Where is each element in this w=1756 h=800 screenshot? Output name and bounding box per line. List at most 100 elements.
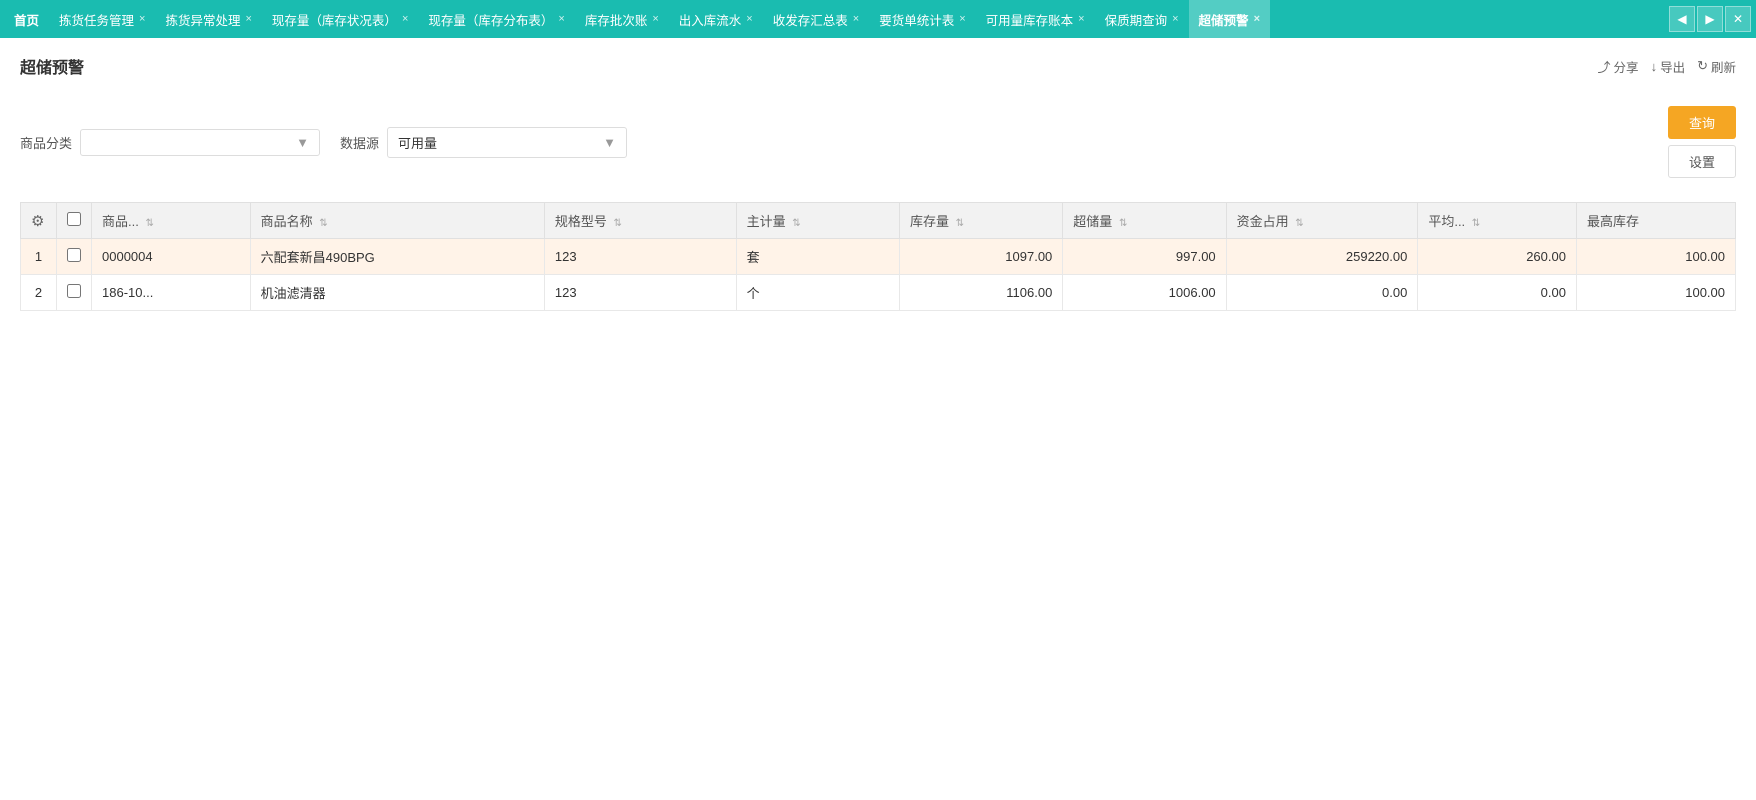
row-1-num: 1	[21, 239, 57, 275]
th-unit-sort[interactable]: ⇅	[792, 218, 800, 229]
nav-prev-button[interactable]: ◀	[1669, 6, 1695, 32]
nav-tab-inventory-status[interactable]: 现存量（库存状况表） ×	[262, 0, 418, 38]
nav-tab-order-stats-close[interactable]: ×	[959, 13, 965, 25]
nav-tab-home[interactable]: 首页	[4, 0, 49, 38]
category-select[interactable]: ▼	[80, 129, 320, 156]
th-stock-label: 库存量	[910, 214, 949, 229]
row-2-product-code: 186-10...	[92, 275, 251, 311]
nav-tab-quality[interactable]: 保质期查询 ×	[1095, 0, 1189, 38]
select-all-checkbox[interactable]	[67, 212, 81, 226]
refresh-button[interactable]: ↻ 刷新	[1697, 57, 1736, 76]
top-nav: 首页 拣货任务管理 × 拣货异常处理 × 现存量（库存状况表） × 现存量（库存…	[0, 0, 1756, 38]
th-product-name: 商品名称 ⇅	[250, 203, 544, 239]
row-2-unit: 个	[736, 275, 899, 311]
th-avg: 平均... ⇅	[1418, 203, 1577, 239]
row-1-overstock: 997.00	[1063, 239, 1226, 275]
settings-button[interactable]: 设置	[1668, 145, 1736, 178]
th-settings: ⚙	[21, 203, 57, 239]
nav-tab-available-label: 可用量库存账本	[986, 10, 1074, 29]
filter-bar: 商品分类 ▼ 数据源 可用量 ▼ 查询 设置	[20, 94, 1736, 190]
th-max-stock: 最高库存	[1576, 203, 1735, 239]
nav-close-button[interactable]: ✕	[1725, 6, 1751, 32]
nav-tab-collect[interactable]: 收发存汇总表 ×	[763, 0, 869, 38]
nav-tab-inventory-dist[interactable]: 现存量（库存分布表） ×	[418, 0, 574, 38]
th-product-code-sort[interactable]: ⇅	[145, 218, 153, 229]
filter-buttons: 查询 设置	[1668, 106, 1736, 178]
nav-tab-inout-close[interactable]: ×	[746, 13, 752, 25]
row-1-product-code: 0000004	[92, 239, 251, 275]
nav-tab-abnormal-close[interactable]: ×	[245, 13, 251, 25]
nav-tab-task-mgmt-label: 拣货任务管理	[59, 10, 134, 29]
row-2-capital: 0.00	[1226, 275, 1418, 311]
nav-tab-abnormal[interactable]: 拣货异常处理 ×	[155, 0, 261, 38]
th-avg-label: 平均...	[1428, 214, 1465, 229]
row-2-checkbox	[57, 275, 92, 311]
th-overstock: 超储量 ⇅	[1063, 203, 1226, 239]
table-row: 2 186-10... 机油滤清器 123 个 1106.00 1006.00 …	[21, 275, 1736, 311]
nav-tab-batch-close[interactable]: ×	[652, 13, 658, 25]
page-content: 超储预警 ⤴ 分享 ↓ 导出 ↻ 刷新 商品分类 ▼ 数据源	[0, 38, 1756, 800]
nav-tab-inout[interactable]: 出入库流水 ×	[669, 0, 763, 38]
nav-tab-task-mgmt[interactable]: 拣货任务管理 ×	[49, 0, 155, 38]
nav-tab-overstock-label: 超储预警	[1199, 10, 1249, 29]
gear-icon[interactable]: ⚙	[31, 213, 44, 230]
datasource-select-value: 可用量	[398, 133, 437, 152]
row-1-product-name: 六配套新昌490BPG	[250, 239, 544, 275]
export-button[interactable]: ↓ 导出	[1651, 57, 1686, 76]
th-capital-sort[interactable]: ⇅	[1295, 218, 1303, 229]
share-button[interactable]: ⤴ 分享	[1598, 57, 1639, 76]
th-avg-sort[interactable]: ⇅	[1472, 218, 1480, 229]
nav-tab-batch[interactable]: 库存批次账 ×	[575, 0, 669, 38]
row-2-spec: 123	[544, 275, 736, 311]
row-2-select[interactable]	[67, 284, 81, 298]
page-actions: ⤴ 分享 ↓ 导出 ↻ 刷新	[1598, 57, 1736, 76]
datasource-select[interactable]: 可用量 ▼	[387, 127, 627, 158]
nav-tab-available[interactable]: 可用量库存账本 ×	[976, 0, 1095, 38]
category-filter: 商品分类 ▼	[20, 129, 320, 156]
category-select-arrow: ▼	[296, 135, 309, 150]
nav-tab-inventory-dist-close[interactable]: ×	[558, 13, 564, 25]
th-spec-sort[interactable]: ⇅	[614, 218, 622, 229]
nav-tab-task-mgmt-close[interactable]: ×	[139, 13, 145, 25]
row-1-select[interactable]	[67, 248, 81, 262]
row-1-avg: 260.00	[1418, 239, 1577, 275]
export-label: 导出	[1660, 57, 1685, 76]
nav-tab-abnormal-label: 拣货异常处理	[165, 10, 240, 29]
row-1-stock: 1097.00	[899, 239, 1062, 275]
nav-tab-batch-label: 库存批次账	[585, 10, 648, 29]
page-header: 超储预警 ⤴ 分享 ↓ 导出 ↻ 刷新	[20, 54, 1736, 78]
share-icon: ⤴	[1598, 57, 1611, 76]
datasource-select-arrow: ▼	[603, 135, 616, 150]
th-product-name-sort[interactable]: ⇅	[319, 218, 327, 229]
nav-tab-inventory-status-close[interactable]: ×	[402, 13, 408, 25]
nav-tab-inventory-status-label: 现存量（库存状况表）	[272, 10, 397, 29]
nav-tab-overstock-close[interactable]: ×	[1254, 13, 1260, 25]
nav-tab-overstock[interactable]: 超储预警 ×	[1189, 0, 1270, 38]
th-product-code-label: 商品...	[102, 214, 139, 229]
nav-tab-order-stats[interactable]: 要货单统计表 ×	[869, 0, 975, 38]
nav-tab-inout-label: 出入库流水	[679, 10, 742, 29]
th-overstock-sort[interactable]: ⇅	[1119, 218, 1127, 229]
row-1-spec: 123	[544, 239, 736, 275]
row-1-max-stock: 100.00	[1576, 239, 1735, 275]
nav-next-button[interactable]: ▶	[1697, 6, 1723, 32]
th-stock-sort[interactable]: ⇅	[956, 218, 964, 229]
row-1-unit: 套	[736, 239, 899, 275]
th-max-stock-label: 最高库存	[1587, 214, 1639, 229]
row-1-capital: 259220.00	[1226, 239, 1418, 275]
th-spec-label: 规格型号	[555, 214, 607, 229]
th-spec: 规格型号 ⇅	[544, 203, 736, 239]
nav-tab-quality-close[interactable]: ×	[1172, 13, 1178, 25]
th-capital-label: 资金占用	[1237, 214, 1289, 229]
query-button[interactable]: 查询	[1668, 106, 1736, 139]
row-2-max-stock: 100.00	[1576, 275, 1735, 311]
row-1-checkbox	[57, 239, 92, 275]
refresh-icon: ↻	[1697, 58, 1708, 74]
th-product-name-label: 商品名称	[261, 214, 313, 229]
th-overstock-label: 超储量	[1073, 214, 1112, 229]
nav-tab-collect-close[interactable]: ×	[853, 13, 859, 25]
nav-tab-home-label: 首页	[14, 10, 39, 29]
refresh-label: 刷新	[1711, 57, 1736, 76]
row-2-overstock: 1006.00	[1063, 275, 1226, 311]
nav-tab-available-close[interactable]: ×	[1078, 13, 1084, 25]
